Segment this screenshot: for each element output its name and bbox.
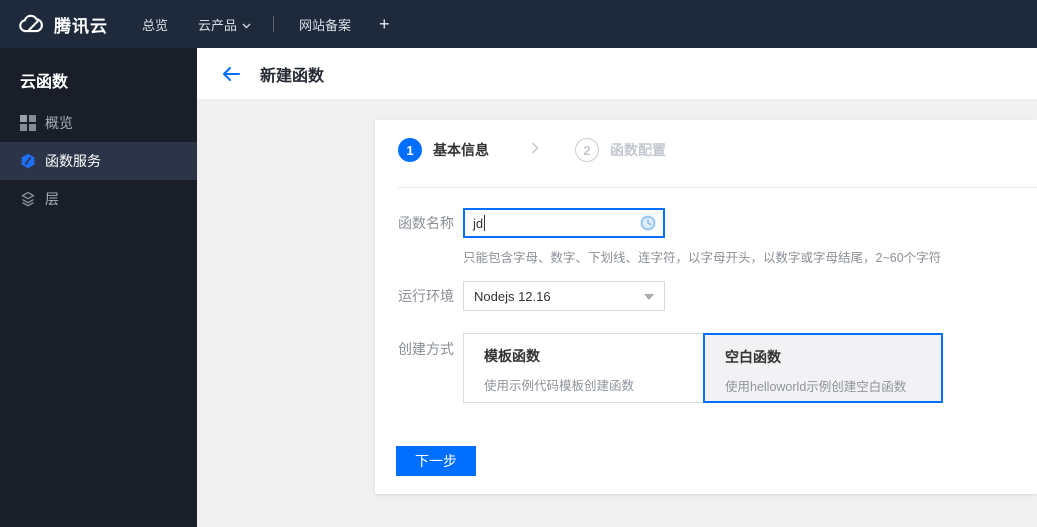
method-card-group: 模板函数 使用示例代码模板创建函数 空白函数 使用helloworld示例创建空… [463,333,943,403]
add-tab-button[interactable]: + [379,14,390,35]
text-cursor [484,215,486,231]
function-name-value: jd [473,215,484,231]
method-card-title: 模板函数 [484,348,540,364]
next-step-button[interactable]: 下一步 [396,446,476,476]
sidebar-item-layers[interactable]: 层 [0,180,197,218]
sidebar-item-label: 函数服务 [45,153,101,169]
nav-products-label: 云产品 [198,17,238,33]
step-1-circle: 1 [398,138,422,162]
nav-item-icp[interactable]: 网站备案 [299,15,351,34]
function-name-label: 函数名称 [398,215,454,231]
top-nav-bar: 腾讯云 总览 云产品 网站备案 + [0,0,1037,48]
sidebar-item-label: 层 [45,191,59,207]
brand-name: 腾讯云 [54,16,108,36]
sidebar: 云函数 概览 函数服务 层 [0,48,197,527]
chevron-right-icon [531,141,539,159]
sidebar-title: 云函数 [20,74,69,91]
sidebar-item-function-service[interactable]: 函数服务 [0,142,197,180]
step-1-label: 基本信息 [433,142,489,158]
back-arrow-icon [223,66,240,81]
grid-icon [20,115,36,131]
method-card-desc: 使用示例代码模板创建函数 [484,379,635,393]
runtime-label: 运行环境 [398,288,454,304]
back-button[interactable] [222,64,242,84]
caret-down-icon [644,294,654,300]
method-card-template[interactable]: 模板函数 使用示例代码模板创建函数 [463,333,703,403]
nav-item-overview[interactable]: 总览 [142,15,168,34]
nav-item-products[interactable]: 云产品 [198,15,237,34]
method-card-blank[interactable]: 空白函数 使用helloworld示例创建空白函数 [703,333,943,403]
tencent-cloud-logo[interactable]: 腾讯云 [16,12,136,37]
method-card-desc: 使用helloworld示例创建空白函数 [725,380,907,394]
scf-hexagon-icon [20,153,36,169]
runtime-selected-value: Nodejs 12.16 [474,288,551,304]
function-name-input[interactable]: jd [463,208,665,238]
function-name-hint: 只能包含字母、数字、下划线、连字符，以字母开头，以数字或字母结尾，2~60个字符 [463,251,942,265]
pending-clock-icon [639,214,657,232]
page-header: 新建函数 [197,48,1037,99]
layers-icon [20,191,36,207]
method-label: 创建方式 [398,341,454,357]
chevron-down-icon [242,16,251,34]
nav-divider [273,16,275,32]
runtime-select[interactable]: Nodejs 12.16 [463,281,665,311]
page-title: 新建函数 [260,67,325,85]
step-2-label: 函数配置 [610,142,666,158]
sidebar-item-overview[interactable]: 概览 [0,104,197,142]
step-2-circle: 2 [575,138,599,162]
cloud-logo-icon [19,14,43,33]
sidebar-item-label: 概览 [45,115,73,131]
method-card-title: 空白函数 [725,349,781,365]
create-function-card: 1 基本信息 2 函数配置 函数名称 jd 只能包含字母、数字、下划线、连字符，… [375,120,1037,494]
step-indicator: 1 基本信息 2 函数配置 [398,137,666,163]
content-area: 1 基本信息 2 函数配置 函数名称 jd 只能包含字母、数字、下划线、连字符，… [197,99,1037,527]
divider [398,187,1037,188]
